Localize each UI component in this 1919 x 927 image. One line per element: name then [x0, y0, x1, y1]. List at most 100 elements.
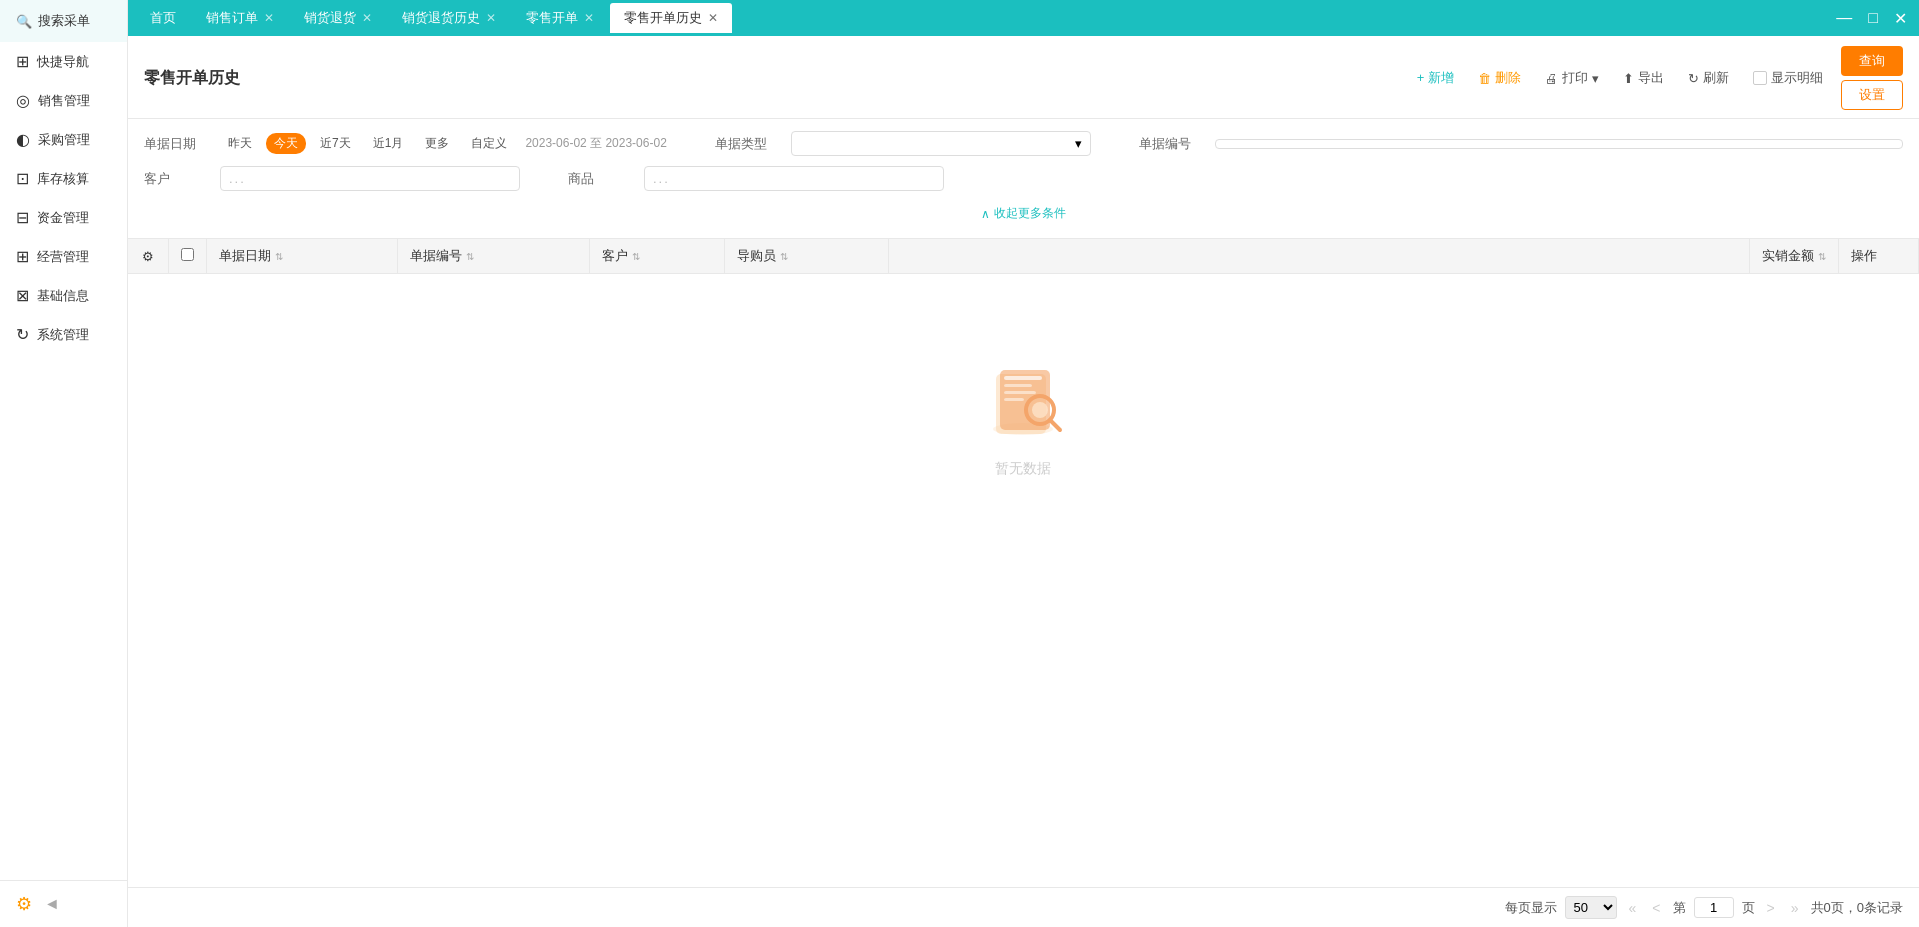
doc-type-label: 单据类型: [715, 135, 775, 153]
col-amount-label: 实销金额: [1762, 247, 1814, 265]
data-table: ⚙ 单据日期 ⇅ 单据编号: [128, 239, 1919, 558]
last-page-btn[interactable]: »: [1787, 898, 1803, 918]
window-minimize-btn[interactable]: —: [1832, 7, 1856, 29]
tab-sales-return-label: 销货退货: [304, 9, 356, 27]
goods-label: 商品: [568, 170, 628, 188]
col-customer-label: 客户: [602, 247, 628, 265]
customer-input[interactable]: ...: [220, 166, 520, 191]
filter-area: 单据日期 昨天 今天 近7天 近1月 更多 自定义 2023-06-02 至 2…: [128, 119, 1919, 239]
doc-number-input[interactable]: [1215, 139, 1903, 149]
sidebar-item-operations[interactable]: ⊞ 经营管理: [0, 237, 127, 276]
date-option-more[interactable]: 更多: [417, 133, 457, 154]
table-header-row: ⚙ 单据日期 ⇅ 单据编号: [128, 239, 1919, 274]
display-detail-button[interactable]: 显示明细: [1747, 65, 1829, 91]
sidebar-item-sys-mgmt[interactable]: ↻ 系统管理: [0, 315, 127, 354]
empty-state-row: 暂无数据: [128, 274, 1919, 559]
sidebar: 🔍 搜索采单 ⊞ 快捷导航 ◎ 销售管理 ◐ 采购管理 ⊡ 库存核算 ⊟ 资金管…: [0, 0, 128, 927]
add-button[interactable]: + 新增: [1411, 65, 1460, 91]
print-button[interactable]: 🖨 打印 ▾: [1539, 65, 1605, 91]
table-body: 暂无数据: [128, 274, 1919, 559]
column-settings-icon[interactable]: ⚙: [142, 249, 154, 264]
tab-sales-return-history-label: 销货退货历史: [402, 9, 480, 27]
sys-mgmt-icon: ↻: [16, 325, 29, 344]
next-page-btn[interactable]: >: [1763, 898, 1779, 918]
window-close-btn[interactable]: ✕: [1890, 7, 1911, 30]
tab-sales-return-history-close[interactable]: ✕: [486, 11, 496, 25]
setting-button[interactable]: 设置: [1841, 80, 1903, 110]
doc-type-dropdown-icon: ▾: [1075, 136, 1082, 151]
col-number-sort-icon[interactable]: ⇅: [466, 251, 474, 262]
col-amount-sort-icon[interactable]: ⇅: [1818, 251, 1826, 262]
col-spacer: [888, 239, 1749, 274]
table-container: ⚙ 单据日期 ⇅ 单据编号: [128, 239, 1919, 887]
tab-sales-return[interactable]: 销货退货 ✕: [290, 3, 386, 33]
export-icon: ⬆: [1623, 71, 1634, 86]
filter-row-2: 客户 ... 商品 ...: [144, 166, 1903, 191]
date-option-7days[interactable]: 近7天: [312, 133, 359, 154]
query-button[interactable]: 查询: [1841, 46, 1903, 76]
col-customer-sort-icon[interactable]: ⇅: [632, 251, 640, 262]
col-settings[interactable]: ⚙: [128, 239, 168, 274]
sidebar-item-inventory[interactable]: ⊡ 库存核算: [0, 159, 127, 198]
tab-retail-open-history[interactable]: 零售开单历史 ✕: [610, 3, 732, 33]
search-icon: 🔍: [16, 14, 32, 29]
sidebar-search[interactable]: 🔍 搜索采单: [0, 0, 127, 42]
first-page-btn[interactable]: «: [1625, 898, 1641, 918]
tab-home[interactable]: 首页: [136, 3, 190, 33]
svg-rect-6: [1004, 398, 1024, 401]
col-customer: 客户 ⇅: [589, 239, 725, 274]
date-option-1month[interactable]: 近1月: [365, 133, 412, 154]
sidebar-item-label: 销售管理: [38, 92, 90, 110]
toolbar: + 新增 🗑 删除 🖨 打印 ▾ ⬆ 导出 ↻ 刷新: [1411, 46, 1903, 110]
page-title: 零售开单历史: [144, 68, 240, 89]
refresh-button[interactable]: ↻ 刷新: [1682, 65, 1735, 91]
tab-retail-open[interactable]: 零售开单 ✕: [512, 3, 608, 33]
top-nav-right: — □ ✕: [1832, 7, 1911, 30]
sidebar-item-label: 库存核算: [37, 170, 89, 188]
top-nav: 首页 销售订单 ✕ 销货退货 ✕ 销货退货历史 ✕ 零售开单 ✕ 零售开单历史 …: [128, 0, 1919, 36]
tab-sales-return-history[interactable]: 销货退货历史 ✕: [388, 3, 510, 33]
col-guide-sort-icon[interactable]: ⇅: [780, 251, 788, 262]
date-filter-label: 单据日期: [144, 135, 204, 153]
date-option-yesterday[interactable]: 昨天: [220, 133, 260, 154]
prev-page-btn[interactable]: <: [1648, 898, 1664, 918]
date-option-custom[interactable]: 自定义: [463, 133, 515, 154]
doc-number-label: 单据编号: [1139, 135, 1199, 153]
col-check[interactable]: [168, 239, 206, 274]
tab-retail-open-close[interactable]: ✕: [584, 11, 594, 25]
sidebar-item-basic-info[interactable]: ⊠ 基础信息: [0, 276, 127, 315]
per-page-select[interactable]: 50 10 20 100: [1565, 896, 1617, 919]
col-date-sort-icon[interactable]: ⇅: [275, 251, 283, 262]
purchase-icon: ◐: [16, 130, 30, 149]
delete-button[interactable]: 🗑 删除: [1472, 65, 1527, 91]
query-settings-group: 查询 设置: [1841, 46, 1903, 110]
sidebar-collapse-icon[interactable]: ◄: [44, 895, 60, 913]
empty-text: 暂无数据: [995, 460, 1051, 478]
tab-retail-open-history-close[interactable]: ✕: [708, 11, 718, 25]
sidebar-item-sales-mgmt[interactable]: ◎ 销售管理: [0, 81, 127, 120]
settings-bottom-icon[interactable]: ⚙: [16, 893, 32, 915]
page-label: 第: [1673, 899, 1686, 917]
export-button[interactable]: ⬆ 导出: [1617, 65, 1670, 91]
collapse-bar[interactable]: ∧ 收起更多条件: [144, 201, 1903, 226]
tab-sales-order[interactable]: 销售订单 ✕: [192, 3, 288, 33]
sidebar-search-label: 搜索采单: [38, 12, 90, 30]
doc-type-select[interactable]: ▾: [791, 131, 1091, 156]
col-date-label: 单据日期: [219, 247, 271, 265]
date-option-today[interactable]: 今天: [266, 133, 306, 154]
tab-sales-return-close[interactable]: ✕: [362, 11, 372, 25]
refresh-icon: ↻: [1688, 71, 1699, 86]
delete-icon: 🗑: [1478, 71, 1491, 86]
select-all-checkbox[interactable]: [181, 248, 194, 261]
col-action: 操作: [1839, 239, 1919, 274]
page-number-input[interactable]: [1694, 897, 1734, 918]
sidebar-item-quick-nav[interactable]: ⊞ 快捷导航: [0, 42, 127, 81]
tab-sales-order-close[interactable]: ✕: [264, 11, 274, 25]
sidebar-item-finance[interactable]: ⊟ 资金管理: [0, 198, 127, 237]
sidebar-item-purchase-mgmt[interactable]: ◐ 采购管理: [0, 120, 127, 159]
window-maximize-btn[interactable]: □: [1864, 7, 1882, 29]
date-options: 昨天 今天 近7天 近1月 更多 自定义 2023-06-02 至 2023-0…: [220, 133, 667, 154]
sidebar-item-label: 快捷导航: [37, 53, 89, 71]
goods-input[interactable]: ...: [644, 166, 944, 191]
svg-rect-4: [1004, 384, 1032, 387]
